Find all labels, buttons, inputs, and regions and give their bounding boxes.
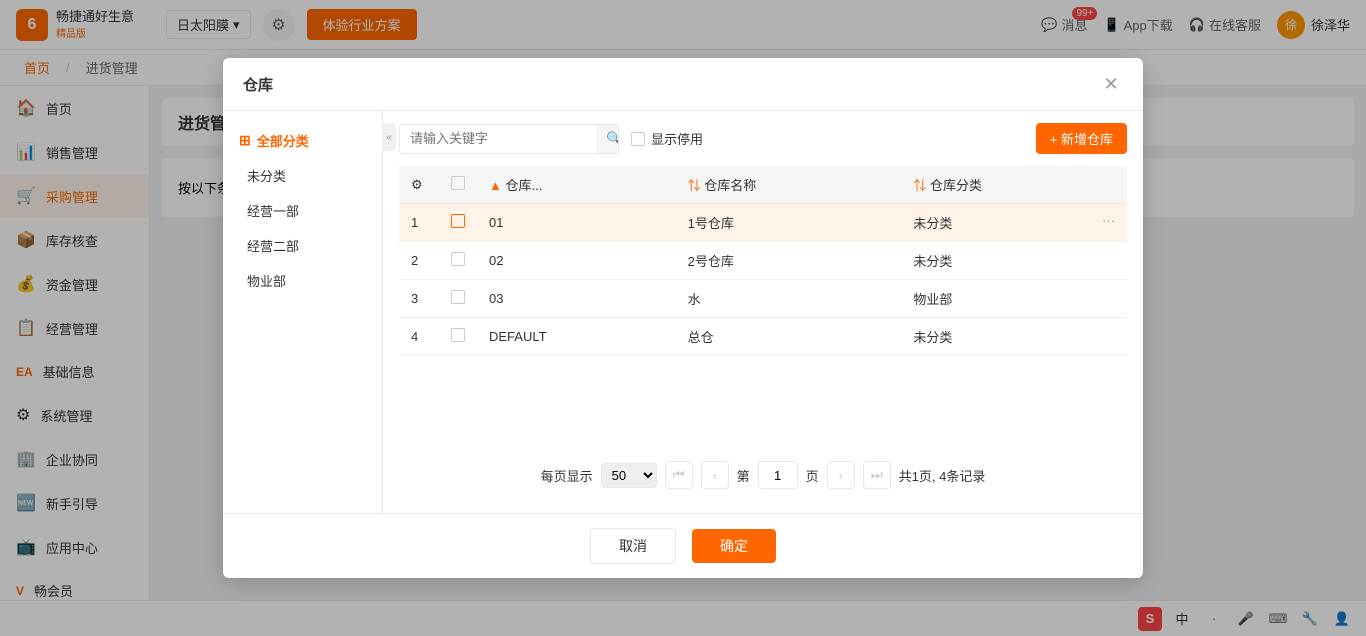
row-code: DEFAULT: [477, 318, 676, 356]
row-code: 02: [477, 242, 676, 280]
dialog-title: 仓库: [243, 74, 273, 95]
row-name: 1号仓库: [676, 204, 902, 242]
category-label-1: 经营一部: [247, 204, 299, 219]
table-toolbar: 🔍 显示停用 + 新增仓库: [399, 123, 1127, 154]
table-row[interactable]: 4 DEFAULT 总仓 未分类: [399, 318, 1127, 356]
row-checkbox[interactable]: [439, 318, 477, 356]
per-page-select[interactable]: 50 100 200: [601, 463, 657, 488]
per-page-label: 每页显示: [541, 466, 593, 485]
col-settings: ⚙: [399, 166, 439, 204]
confirm-button[interactable]: 确定: [692, 529, 776, 563]
category-item-property[interactable]: 物业部: [223, 263, 382, 298]
sort-icon-category: ⇅: [913, 178, 926, 193]
row-category: 未分类: [901, 318, 1127, 356]
row-category: 物业部: [901, 280, 1127, 318]
col-checkbox: [439, 166, 477, 204]
category-panel: « ⊞ 全部分类 未分类 经营一部 经营二部 物业部: [223, 111, 383, 513]
col-category: ⇅ 仓库分类: [901, 166, 1127, 204]
warehouse-table: ⚙ ▲ 仓库... ⇅ 仓库名称 ⇅: [399, 166, 1127, 356]
row-name: 总仓: [676, 318, 902, 356]
pagination: 每页显示 50 100 200 ⏮ ‹ 第 页 › ⏭ 共1页, 4条记录: [399, 449, 1127, 501]
prev-page-button[interactable]: ‹: [701, 461, 729, 489]
table-row[interactable]: 2 02 2号仓库 未分类: [399, 242, 1127, 280]
total-info: 共1页, 4条记录: [899, 466, 986, 485]
dialog-close-button[interactable]: ✕: [1099, 72, 1123, 96]
row-code: 03: [477, 280, 676, 318]
search-box: 🔍: [399, 124, 619, 154]
page-number-input[interactable]: [758, 461, 798, 489]
last-page-button[interactable]: ⏭: [863, 461, 891, 489]
sort-icon: ▲: [489, 178, 502, 193]
category-label-0: 未分类: [247, 169, 286, 184]
row-action-dots[interactable]: ···: [1102, 213, 1115, 228]
row-category: 未分类···: [901, 204, 1127, 242]
row-checkbox[interactable]: [439, 280, 477, 318]
table-row[interactable]: 3 03 水 物业部: [399, 280, 1127, 318]
category-all-label: 全部分类: [257, 131, 309, 150]
search-input[interactable]: [400, 125, 596, 152]
table-row[interactable]: 1 01 1号仓库 未分类···: [399, 204, 1127, 242]
category-label-3: 物业部: [247, 274, 286, 289]
category-item-ops1[interactable]: 经营一部: [223, 193, 382, 228]
col-code: ▲ 仓库...: [477, 166, 676, 204]
add-warehouse-button[interactable]: + 新增仓库: [1036, 123, 1127, 154]
category-item-ops2[interactable]: 经营二部: [223, 228, 382, 263]
row-num: 2: [399, 242, 439, 280]
next-page-button[interactable]: ›: [827, 461, 855, 489]
sort-icon-name: ⇅: [688, 178, 701, 193]
row-checkbox[interactable]: [439, 242, 477, 280]
category-all-item[interactable]: ⊞ 全部分类: [223, 123, 382, 158]
row-code: 01: [477, 204, 676, 242]
cancel-button[interactable]: 取消: [590, 528, 676, 564]
dialog-body: « ⊞ 全部分类 未分类 经营一部 经营二部 物业部 🔍: [223, 111, 1143, 513]
search-button[interactable]: 🔍: [596, 125, 619, 153]
row-num: 4: [399, 318, 439, 356]
dialog-footer: 取消 确定: [223, 513, 1143, 578]
warehouse-dialog: 仓库 ✕ « ⊞ 全部分类 未分类 经营一部 经营二部 物业部: [223, 58, 1143, 578]
first-page-button[interactable]: ⏮: [665, 461, 693, 489]
grid-icon: ⊞: [239, 132, 251, 149]
show-disabled-label[interactable]: 显示停用: [631, 129, 703, 148]
show-disabled-checkbox[interactable]: [631, 132, 645, 146]
row-num: 1: [399, 204, 439, 242]
category-collapse-button[interactable]: «: [382, 123, 396, 151]
show-disabled-text: 显示停用: [651, 129, 703, 148]
dialog-header: 仓库 ✕: [223, 58, 1143, 111]
table-header-row: ⚙ ▲ 仓库... ⇅ 仓库名称 ⇅: [399, 166, 1127, 204]
page-suffix: 页: [806, 466, 819, 485]
row-checkbox[interactable]: [439, 204, 477, 242]
row-category: 未分类: [901, 242, 1127, 280]
row-num: 3: [399, 280, 439, 318]
category-label-2: 经营二部: [247, 239, 299, 254]
col-name: ⇅ 仓库名称: [676, 166, 902, 204]
page-label: 第: [737, 466, 750, 485]
row-name: 2号仓库: [676, 242, 902, 280]
category-item-unclassified[interactable]: 未分类: [223, 158, 382, 193]
table-panel: 🔍 显示停用 + 新增仓库 ⚙ ▲: [383, 111, 1143, 513]
row-name: 水: [676, 280, 902, 318]
header-checkbox[interactable]: [451, 176, 465, 190]
